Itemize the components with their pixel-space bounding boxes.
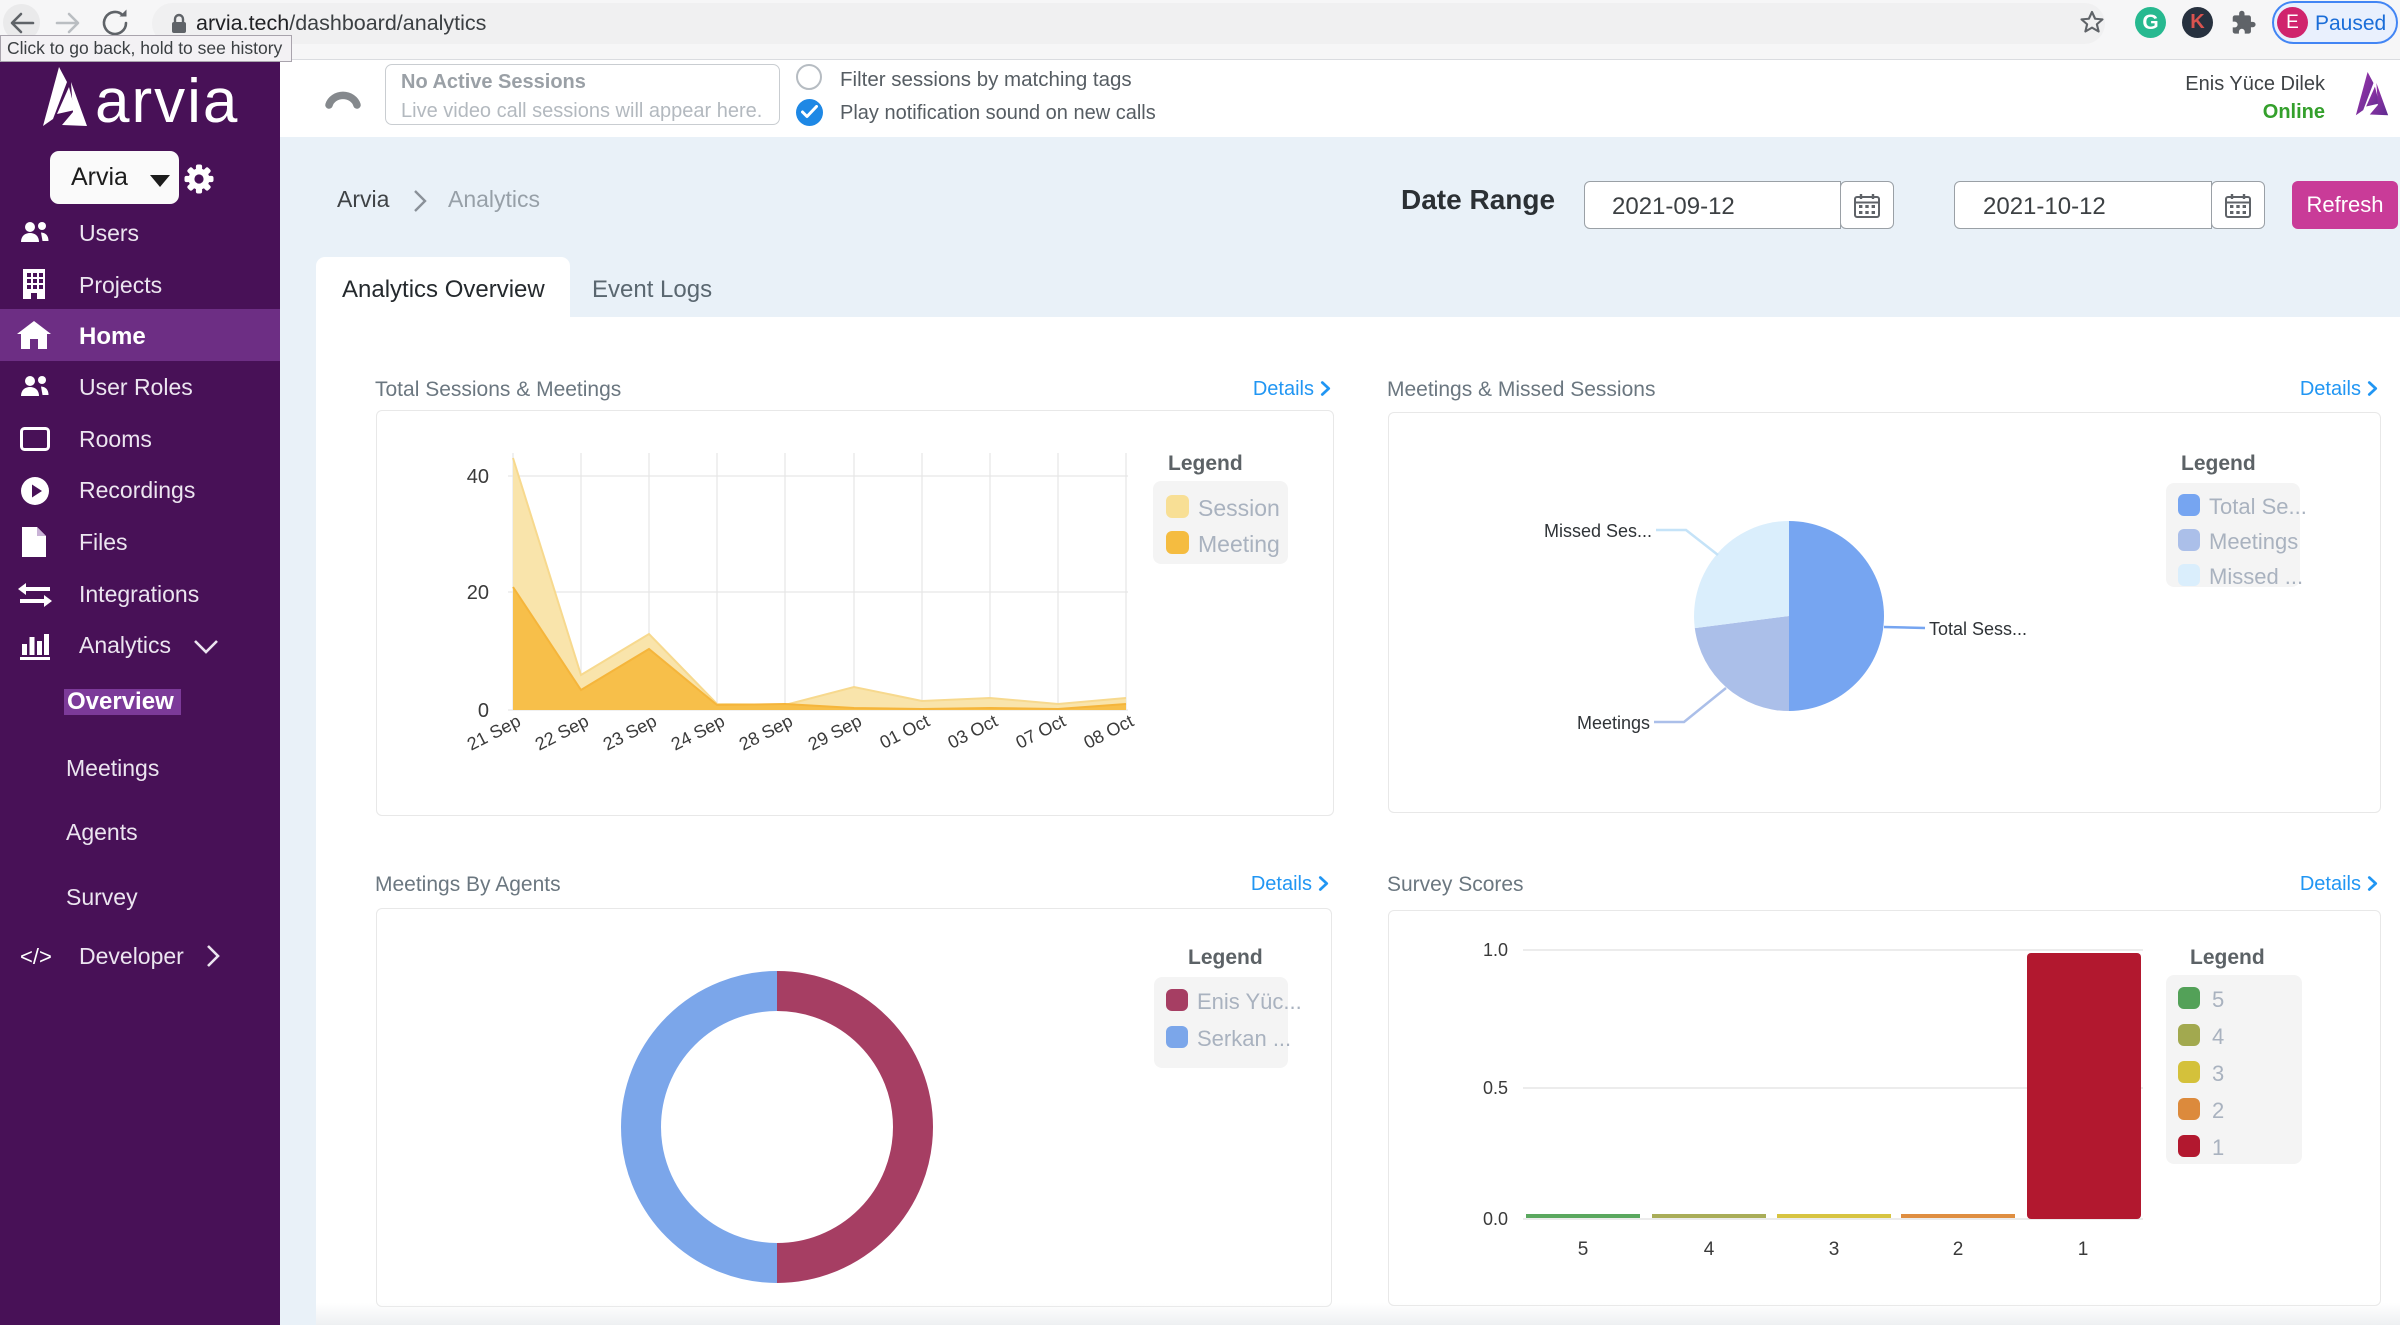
svg-text:3: 3 bbox=[1829, 1239, 1840, 1260]
svg-text:2: 2 bbox=[1953, 1239, 1964, 1260]
svg-text:23 Sep: 23 Sep bbox=[600, 711, 660, 755]
svg-text:0.0: 0.0 bbox=[1483, 1209, 1508, 1229]
svg-text:24 Sep: 24 Sep bbox=[668, 711, 728, 755]
svg-text:22 Sep: 22 Sep bbox=[532, 711, 592, 755]
svg-text:29 Sep: 29 Sep bbox=[805, 711, 865, 755]
svg-text:03 Oct: 03 Oct bbox=[944, 711, 1000, 753]
svg-text:08 Oct: 08 Oct bbox=[1080, 711, 1136, 753]
svg-text:5: 5 bbox=[1578, 1239, 1589, 1260]
svg-text:20: 20 bbox=[467, 582, 489, 604]
svg-text:21 Sep: 21 Sep bbox=[464, 711, 524, 755]
svg-text:1.0: 1.0 bbox=[1483, 940, 1508, 960]
svg-text:Missed Ses...: Missed Ses... bbox=[1544, 521, 1652, 541]
svg-text:01 Oct: 01 Oct bbox=[876, 711, 932, 753]
svg-text:4: 4 bbox=[1704, 1239, 1715, 1260]
svg-text:1: 1 bbox=[2078, 1239, 2089, 1260]
svg-text:0: 0 bbox=[478, 700, 489, 722]
svg-text:Meetings: Meetings bbox=[1577, 713, 1650, 733]
svg-text:07 Oct: 07 Oct bbox=[1012, 711, 1068, 753]
svg-text:Total Sess...: Total Sess... bbox=[1929, 619, 2027, 639]
svg-text:28 Sep: 28 Sep bbox=[736, 711, 796, 755]
svg-text:40: 40 bbox=[467, 466, 489, 488]
svg-text:0.5: 0.5 bbox=[1483, 1078, 1508, 1098]
